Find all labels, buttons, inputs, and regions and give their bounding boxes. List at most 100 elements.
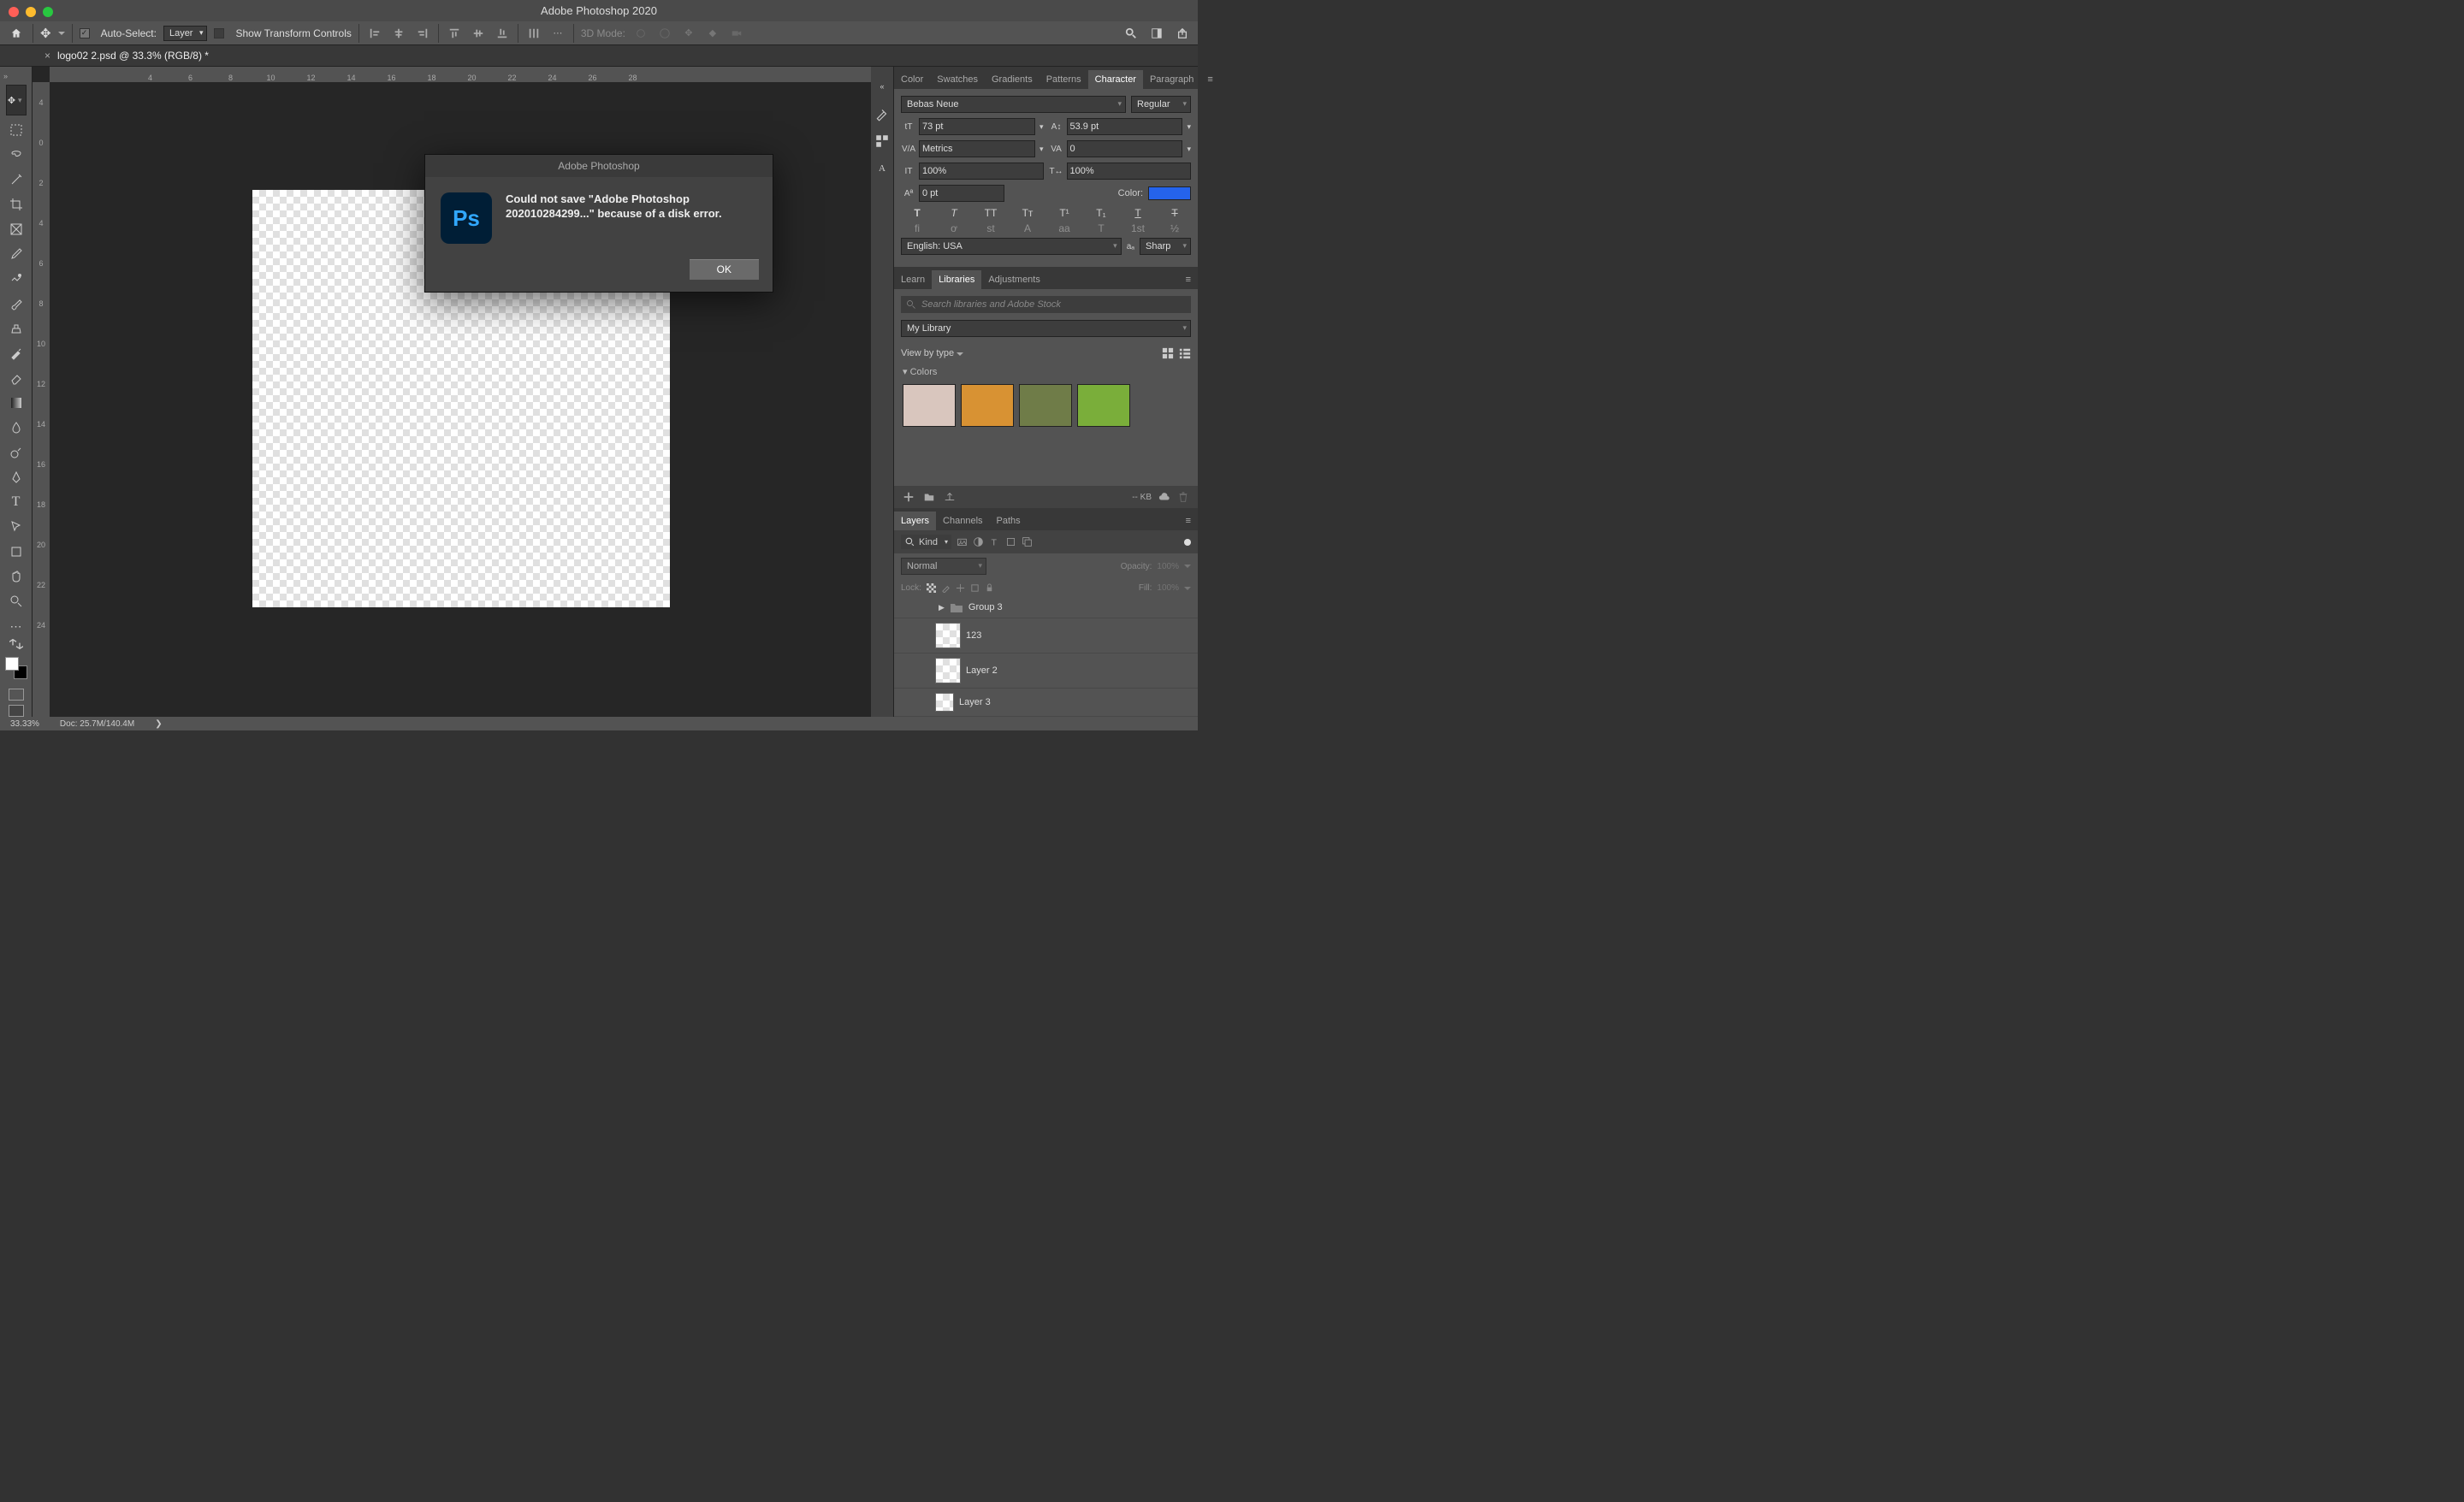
add-content-icon[interactable] [903,491,915,503]
layer-row[interactable]: Layer 3 [894,689,1198,717]
swap-colors-icon[interactable] [6,641,27,648]
tab-color[interactable]: Color [894,70,930,89]
all-caps[interactable]: TT [983,207,998,219]
lock-position-icon[interactable] [956,583,965,593]
vscale-input[interactable] [919,163,1044,180]
home-button[interactable] [7,24,26,43]
move-tool[interactable]: ✥ [6,85,27,115]
layer-group[interactable]: ▶ Group 3 [894,597,1198,618]
type-tool[interactable]: T [6,492,27,512]
library-swatch[interactable] [903,384,956,427]
visibility-toggle[interactable] [901,696,913,708]
tab-layers[interactable]: Layers [894,512,936,530]
window-controls[interactable] [9,7,53,17]
layer-thumbnail[interactable] [935,693,954,712]
gradient-tool[interactable] [6,393,27,413]
document-tab[interactable]: × logo02 2.psd @ 33.3% (RGB/8) * [36,45,217,66]
colors-section-header[interactable]: ▾ Colors [894,363,1198,381]
text-color-swatch[interactable] [1148,186,1191,200]
superscript[interactable]: T¹ [1057,207,1072,219]
library-swatch[interactable] [1019,384,1072,427]
history-brush-tool[interactable] [6,343,27,364]
font-family-select[interactable]: Bebas Neue [901,96,1126,113]
distribute-icon[interactable] [525,25,542,42]
align-right-icon[interactable] [414,25,431,42]
zoom-level[interactable]: 33.33% [10,719,39,729]
layer-thumbnail[interactable] [935,658,961,683]
quick-mask-toggle[interactable] [9,689,24,717]
visibility-toggle[interactable] [901,601,913,613]
filter-smart-icon[interactable] [1022,536,1033,547]
delete-icon[interactable] [1177,491,1189,503]
swash-icon[interactable]: A [1020,222,1035,234]
opacity-value[interactable]: 100% [1157,562,1179,571]
healing-brush-tool[interactable] [6,269,27,289]
layer-row[interactable]: Layer 2 [894,653,1198,689]
search-icon[interactable] [1122,25,1140,42]
expand-group-icon[interactable]: ▶ [939,603,945,612]
tab-learn[interactable]: Learn [894,270,932,289]
lock-artboard-icon[interactable] [970,583,980,593]
grid-view-icon[interactable] [1162,347,1174,359]
library-swatch[interactable] [961,384,1014,427]
filter-adjustment-icon[interactable] [973,536,984,547]
layer-thumbnail[interactable] [935,623,961,648]
close-window[interactable] [9,7,19,17]
lasso-tool[interactable] [6,145,27,165]
maximize-window[interactable] [43,7,53,17]
fill-value[interactable]: 100% [1157,583,1179,593]
tab-channels[interactable]: Channels [936,512,989,530]
library-search-input[interactable] [921,299,1186,310]
subscript[interactable]: T₁ [1093,207,1109,219]
doc-size[interactable]: Doc: 25.7M/140.4M [60,719,134,729]
visibility-toggle[interactable] [901,630,913,642]
marquee-tool[interactable] [6,120,27,140]
filter-pixel-icon[interactable] [957,536,968,547]
align-left-icon[interactable] [366,25,383,42]
auto-select-target[interactable]: Layer [163,26,208,41]
language-select[interactable]: English: USA [901,238,1122,255]
blur-tool[interactable] [6,417,27,438]
font-style-select[interactable]: Regular [1131,96,1191,113]
foreground-background-colors[interactable] [5,657,27,679]
hscale-input[interactable] [1067,163,1192,180]
visibility-toggle[interactable] [901,665,913,677]
zoom-tool[interactable] [6,591,27,612]
library-search[interactable] [901,296,1191,313]
faux-bold[interactable]: T [909,207,925,219]
eyedropper-tool[interactable] [6,244,27,264]
align-middle-icon[interactable] [470,25,487,42]
ok-button[interactable]: OK [690,259,759,280]
lock-transparency-icon[interactable] [927,583,936,593]
align-center-h-icon[interactable] [390,25,407,42]
filter-shape-icon[interactable] [1005,536,1016,547]
library-swatch[interactable] [1077,384,1130,427]
tool-preset-dropdown[interactable] [58,32,65,35]
tab-character[interactable]: Character [1088,70,1143,89]
layer-filter-kind[interactable]: Kind [901,535,951,549]
edit-toolbar[interactable]: ⋯ [6,616,27,636]
close-tab-icon[interactable]: × [44,50,50,62]
horizontal-ruler[interactable]: 46810121416182022242628 [50,67,871,82]
kerning-input[interactable] [919,140,1035,157]
add-folder-icon[interactable] [923,491,935,503]
more-options-icon[interactable]: ⋯ [549,25,566,42]
brushes-panel-icon[interactable] [874,133,890,149]
ligatures-icon[interactable]: fi [909,222,925,234]
panel-menu-icon[interactable]: ≡ [1179,512,1198,530]
tracking-input[interactable] [1067,140,1183,157]
tab-libraries[interactable]: Libraries [932,270,981,289]
shape-tool[interactable] [6,541,27,562]
faux-italic[interactable]: T [946,207,962,219]
cloud-icon[interactable] [1158,491,1170,503]
layer-row[interactable]: 123 [894,618,1198,653]
lock-all-icon[interactable] [985,583,994,593]
tab-gradients[interactable]: Gradients [985,70,1040,89]
brush-tool[interactable] [6,293,27,314]
auto-select-checkbox[interactable]: ✓ [80,28,90,38]
tab-patterns[interactable]: Patterns [1040,70,1088,89]
ordinals-icon[interactable]: 1st [1130,222,1146,234]
show-transform-checkbox[interactable] [214,28,224,38]
tab-paths[interactable]: Paths [990,512,1028,530]
crop-tool[interactable] [6,194,27,215]
